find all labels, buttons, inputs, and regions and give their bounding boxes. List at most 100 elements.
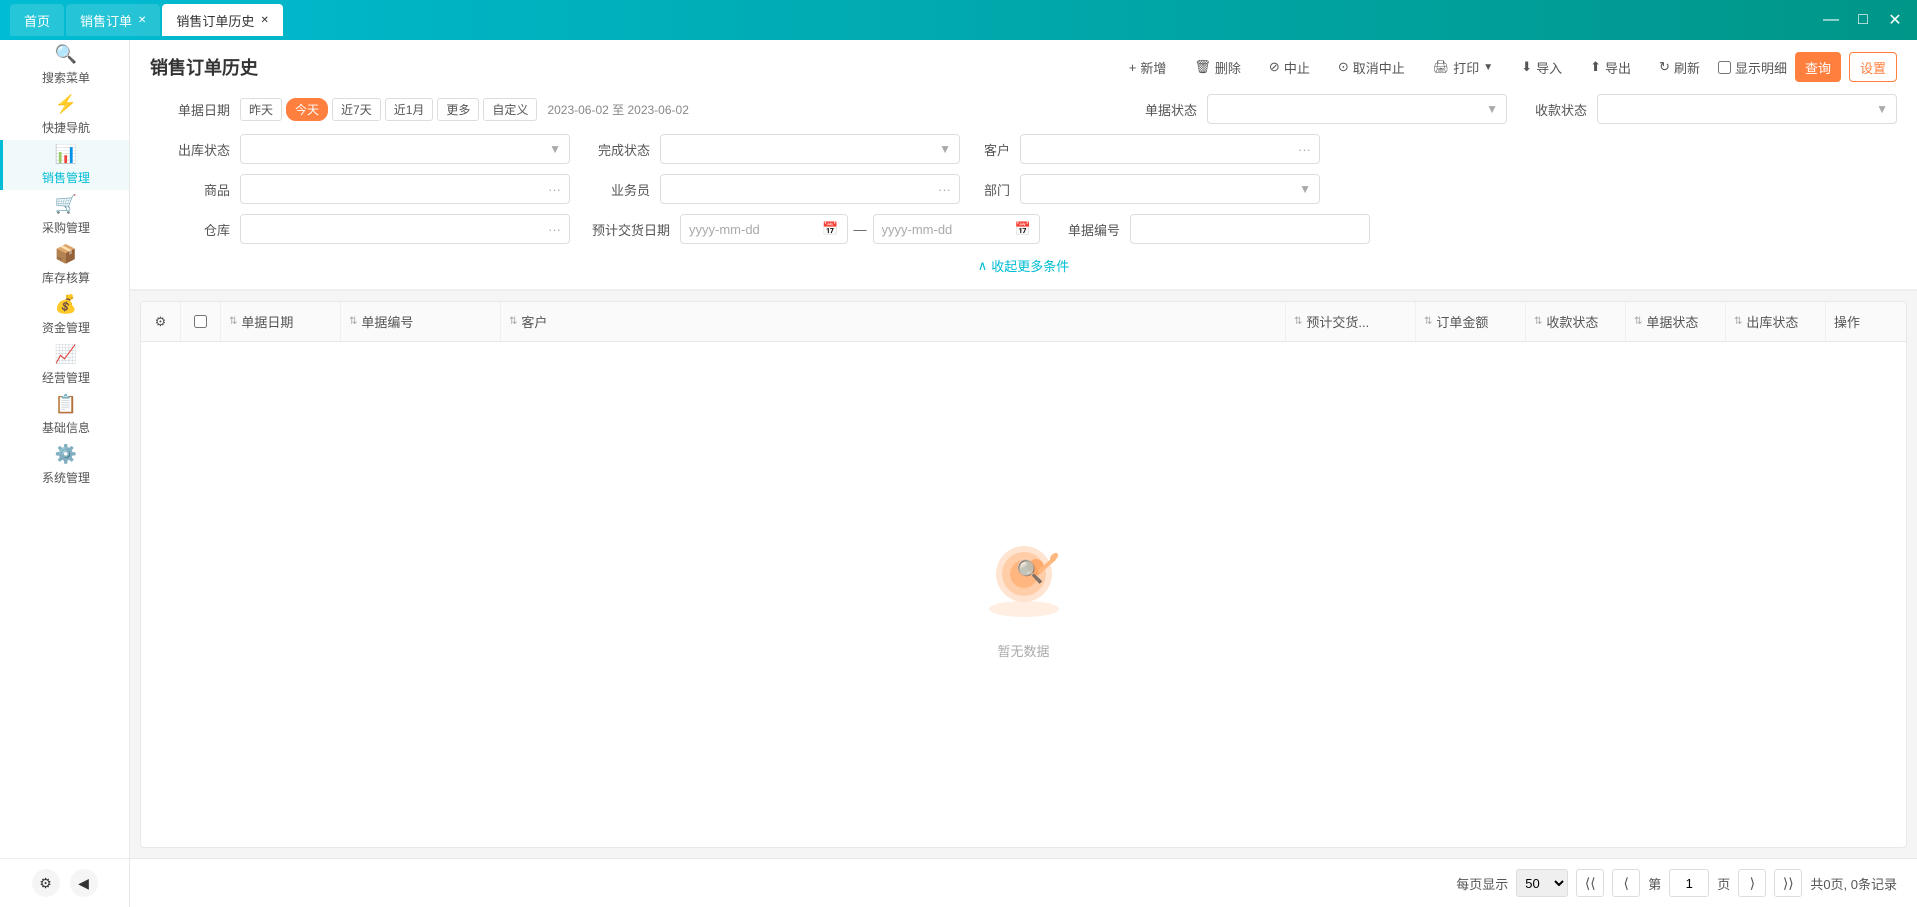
th-receipt-status: ⇅ 收款状态	[1526, 302, 1626, 341]
tab-home[interactable]: 首页	[10, 4, 64, 36]
sidebar-item-label: 经营管理	[42, 369, 90, 386]
stop-button[interactable]: ⊘ 中止	[1259, 52, 1320, 82]
print-button[interactable]: 🖨 打印 ▼	[1423, 52, 1503, 82]
sales-mgmt-icon: 📊	[55, 144, 77, 165]
sort-date-icon[interactable]: ⇅	[229, 316, 237, 327]
dept-select[interactable]: ▼	[1020, 174, 1320, 204]
next-page-button[interactable]: ⟩	[1738, 869, 1766, 897]
export-button[interactable]: ⬆ 导出	[1580, 52, 1641, 82]
sort-delivery-icon[interactable]: ⇅	[1734, 316, 1742, 327]
cancel-stop-icon: ⊙	[1338, 59, 1349, 75]
close-tab-sales-order-history[interactable]: ✕	[260, 15, 268, 26]
sort-amount-icon[interactable]: ⇅	[1424, 316, 1432, 327]
th-amount: ⇅ 订单金额	[1416, 302, 1526, 341]
salesperson-input[interactable]: ···	[660, 174, 960, 204]
delete-button[interactable]: 🗑 删除	[1184, 52, 1251, 82]
refresh-button[interactable]: ↻ 刷新	[1649, 52, 1710, 82]
date-custom-btn[interactable]: 自定义	[483, 98, 537, 121]
warehouse-input[interactable]: ···	[240, 214, 570, 244]
date-7days-btn[interactable]: 近7天	[332, 98, 381, 121]
page-number-input[interactable]	[1669, 869, 1709, 897]
sidebar-collapse-button[interactable]: ◀	[70, 869, 98, 897]
column-settings-icon[interactable]: ⚙	[155, 314, 167, 330]
import-button[interactable]: ⬇ 导入	[1511, 52, 1572, 82]
th-expected-delivery: ⇅ 预计交货...	[1286, 302, 1416, 341]
expected-delivery-to-input[interactable]: yyyy-mm-dd 📅	[873, 214, 1041, 244]
th-settings[interactable]: ⚙	[141, 302, 181, 341]
sidebar-item-purchase-mgmt[interactable]: 🛒 采购管理	[0, 190, 129, 240]
date-yesterday-btn[interactable]: 昨天	[240, 98, 282, 121]
bill-status-select[interactable]: ▼	[1207, 94, 1507, 124]
sort-number-icon[interactable]: ⇅	[349, 316, 357, 327]
sort-customer-icon[interactable]: ⇅	[509, 316, 517, 327]
delivery-status-chevron-icon: ▼	[549, 142, 561, 156]
th-operation: 操作	[1826, 302, 1906, 341]
minimize-button[interactable]: —	[1819, 8, 1843, 32]
export-icon: ⬆	[1590, 59, 1601, 75]
add-button[interactable]: + 新增	[1119, 52, 1177, 82]
settings-button[interactable]: 设置	[1849, 52, 1897, 82]
empty-illustration: 🔍	[974, 529, 1074, 629]
bill-status-label: 单据状态	[1127, 100, 1197, 119]
date-1month-btn[interactable]: 近1月	[385, 98, 434, 121]
page-size-select[interactable]: 10 20 50 100	[1516, 869, 1568, 897]
sidebar-item-finance[interactable]: 💰 资金管理	[0, 290, 129, 340]
close-tab-sales-order[interactable]: ✕	[138, 15, 146, 26]
salesperson-dots: ···	[938, 182, 951, 197]
query-button[interactable]: 查询	[1795, 52, 1841, 82]
sys-mgmt-icon: ⚙️	[55, 444, 77, 465]
prev-page-button[interactable]: ⟨	[1612, 869, 1640, 897]
complete-status-chevron-icon: ▼	[939, 142, 951, 156]
display-detail-checkbox[interactable]	[1718, 61, 1731, 74]
sidebar-item-sys-mgmt[interactable]: ⚙️ 系统管理	[0, 440, 129, 490]
sidebar-item-base-info[interactable]: 📋 基础信息	[0, 390, 129, 440]
finance-icon: 💰	[55, 294, 77, 315]
customer-label: 客户	[970, 140, 1010, 159]
table-header: ⚙ ⇅ 单据日期 ⇅ 单据编号 ⇅ 客户 ⇅	[141, 302, 1906, 342]
window-close-button[interactable]: ✕	[1883, 8, 1907, 32]
delivery-status-label: 出库状态	[150, 140, 230, 159]
bill-number-input[interactable]	[1130, 214, 1370, 244]
maximize-button[interactable]: □	[1851, 8, 1875, 32]
print-chevron-icon: ▼	[1483, 62, 1493, 73]
complete-status-select[interactable]: ▼	[660, 134, 960, 164]
quick-nav-icon: ⚡	[55, 94, 77, 115]
window-controls: — □ ✕	[1819, 8, 1907, 32]
table-footer: 每页显示 10 20 50 100 ⟨⟨ ⟨ 第 页 ⟩ ⟩⟩ 共0页, 0条记…	[130, 858, 1917, 907]
last-page-button[interactable]: ⟩⟩	[1774, 869, 1802, 897]
tab-sales-order-history[interactable]: 销售订单历史 ✕	[162, 4, 282, 36]
sidebar-item-label: 基础信息	[42, 419, 90, 436]
date-today-btn[interactable]: 今天	[286, 98, 328, 121]
page-go-label: 第	[1648, 874, 1661, 893]
main-layout: 🔍 搜索菜单 ⚡ 快捷导航 📊 销售管理 🛒 采购管理 📦 库存核算 💰 资金管…	[0, 40, 1917, 907]
dept-chevron-icon: ▼	[1299, 182, 1311, 196]
delivery-status-select[interactable]: ▼	[240, 134, 570, 164]
first-page-button[interactable]: ⟨⟨	[1576, 869, 1604, 897]
filter-area: 单据日期 昨天 今天 近7天 近1月 更多 自定义 2023-06-02 至 2…	[130, 82, 1917, 290]
sort-expected-icon[interactable]: ⇅	[1294, 316, 1302, 327]
receipt-status-select[interactable]: ▼	[1597, 94, 1897, 124]
sort-receipt-icon[interactable]: ⇅	[1534, 316, 1542, 327]
sidebar-item-operations[interactable]: 📈 经营管理	[0, 340, 129, 390]
sidebar-item-sales-mgmt[interactable]: 📊 销售管理	[0, 140, 129, 190]
th-delivery-status: ⇅ 出库状态	[1726, 302, 1826, 341]
date-more-btn[interactable]: 更多	[437, 98, 479, 121]
expected-delivery-from-input[interactable]: yyyy-mm-dd 📅	[680, 214, 848, 244]
purchase-mgmt-icon: 🛒	[55, 194, 77, 215]
cancel-stop-button[interactable]: ⊙ 取消中止	[1328, 52, 1415, 82]
customer-dots: ···	[1298, 142, 1311, 157]
filter-row-1: 单据日期 昨天 今天 近7天 近1月 更多 自定义 2023-06-02 至 2…	[150, 94, 1897, 124]
customer-input[interactable]: ···	[1020, 134, 1320, 164]
sidebar-item-search-menu[interactable]: 🔍 搜索菜单	[0, 40, 129, 90]
th-date: ⇅ 单据日期	[221, 302, 341, 341]
th-check[interactable]	[181, 302, 221, 341]
tab-sales-order[interactable]: 销售订单 ✕	[66, 4, 160, 36]
goods-input[interactable]: ···	[240, 174, 570, 204]
sort-bill-icon[interactable]: ⇅	[1634, 316, 1642, 327]
sidebar-settings-button[interactable]: ⚙	[32, 869, 60, 897]
sidebar: 🔍 搜索菜单 ⚡ 快捷导航 📊 销售管理 🛒 采购管理 📦 库存核算 💰 资金管…	[0, 40, 130, 907]
collapse-button[interactable]: ∧ 收起更多条件	[150, 254, 1897, 277]
sidebar-item-quick-nav[interactable]: ⚡ 快捷导航	[0, 90, 129, 140]
select-all-checkbox[interactable]	[194, 315, 207, 328]
sidebar-item-inventory[interactable]: 📦 库存核算	[0, 240, 129, 290]
